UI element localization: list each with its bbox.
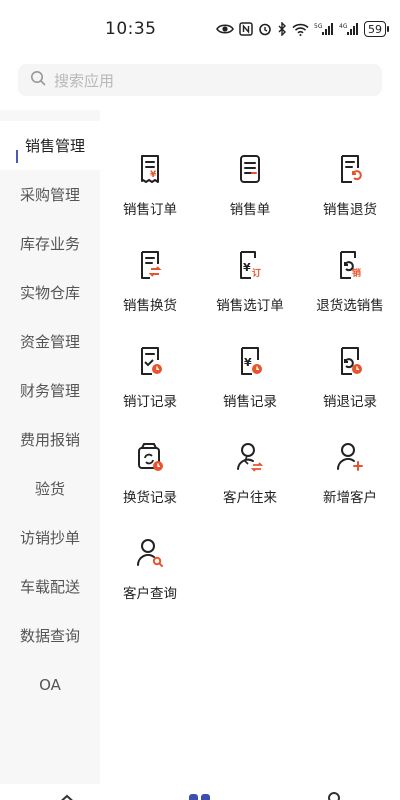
nfc-icon [239,22,253,36]
sales-slip-icon [240,155,260,183]
sidebar-item-label: 销售管理 [24,137,85,155]
sidebar-item-label: 实物仓库 [19,284,80,302]
sidebar-item-label: 财务管理 [19,382,80,400]
svg-text:¥: ¥ [150,170,157,180]
grid-label: 销退记录 [323,394,377,410]
status-time: 10:35 [105,19,157,39]
bottom-tab-bar [0,784,400,800]
sidebar-item-label: 数据查询 [19,627,80,645]
sidebar-item-label: 采购管理 [19,186,80,204]
battery-icon: 59 [364,21,389,37]
svg-text:5G: 5G [314,23,323,30]
grid-item-select-order[interactable]: ¥ 订 销售选订单 [200,248,300,328]
sidebar-item-label: 验货 [34,480,65,498]
sales-return-icon [341,155,362,183]
sidebar-item-label: 访销抄单 [19,529,80,547]
sidebar-item-label: 库存业务 [19,235,80,253]
customer-search-icon [137,539,163,567]
sales-order-icon: ¥ [141,155,159,183]
grid-item-return-record[interactable]: 销退记录 [300,344,400,424]
sidebar: 销售管理 采购管理 库存业务 实物仓库 资金管理 财务管理 费用报销 验货 访销… [0,110,100,784]
sidebar-item-funds[interactable]: 资金管理 [0,317,100,366]
sidebar-item-label: 费用报销 [19,431,80,449]
grid-item-return-select-sales[interactable]: 销 退货选销售 [300,248,400,328]
grid-label: 客户查询 [123,586,177,602]
status-bar: 10:35 5G 4G 59 [0,0,400,58]
svg-text:¥: ¥ [244,356,252,369]
sales-record-icon: ¥ [241,347,262,375]
sidebar-item-finance[interactable]: 财务管理 [0,366,100,415]
sidebar-item-data-query[interactable]: 数据查询 [0,611,100,660]
grid-label: 销订记录 [123,394,177,410]
grid-label: 新增客户 [323,490,377,506]
sidebar-item-inventory[interactable]: 库存业务 [0,219,100,268]
grid-item-customer-search[interactable]: 客户查询 [100,536,200,616]
grid-label: 销售单 [229,202,271,218]
grid-label: 销售订单 [123,202,177,218]
status-icons: 5G 4G 59 [216,19,389,39]
grid-label: 销售记录 [223,394,277,410]
tab-apps-icon[interactable] [188,792,212,800]
grid-label: 销售退货 [323,202,377,218]
select-order-icon: ¥ 订 [240,251,261,279]
add-customer-icon [337,443,363,471]
svg-text:销: 销 [352,267,361,279]
grid-item-exchange-record[interactable]: 换货记录 [100,440,200,520]
grid-label: 销售选订单 [216,298,284,314]
sidebar-item-label: 资金管理 [19,333,80,351]
order-record-icon [141,347,162,375]
alarm-icon [258,22,272,36]
signal-4g-icon: 4G [339,22,359,36]
search-input[interactable]: 搜索应用 [18,64,382,96]
svg-text:4G: 4G [339,23,348,30]
grid-item-sales-order[interactable]: ¥ 销售订单 [100,152,200,232]
sidebar-item-visit-order[interactable]: 访销抄单 [0,513,100,562]
sidebar-item-oa[interactable]: OA [0,660,100,709]
sidebar-item-vehicle-delivery[interactable]: 车载配送 [0,562,100,611]
return-record-icon [341,347,362,375]
grid-item-customer-transactions[interactable]: 客户往来 [200,440,300,520]
grid-label: 销售换货 [123,298,177,314]
sales-exchange-icon [141,251,162,279]
return-select-sales-icon: 销 [340,251,361,279]
tab-home-icon[interactable] [55,792,79,800]
grid-label: 换货记录 [123,490,177,506]
bluetooth-icon [277,22,287,36]
customer-transactions-icon [237,443,264,472]
svg-text:¥: ¥ [243,261,251,274]
sidebar-item-warehouse[interactable]: 实物仓库 [0,268,100,317]
grid-item-sales-exchange[interactable]: 销售换货 [100,248,200,328]
svg-text:订: 订 [252,267,261,279]
grid-label: 客户往来 [223,490,277,506]
eye-icon [216,23,234,35]
exchange-record-icon [138,443,163,471]
sidebar-item-sales[interactable]: 销售管理 [0,121,100,170]
sidebar-item-expense[interactable]: 费用报销 [0,415,100,464]
wifi-icon [292,23,309,36]
sidebar-item-label: 车载配送 [19,578,80,596]
sidebar-item-purchase[interactable]: 采购管理 [0,170,100,219]
tab-profile-icon[interactable] [325,791,343,800]
sidebar-item-label: OA [39,675,61,694]
signal-5g-icon: 5G [314,22,334,36]
search-placeholder: 搜索应用 [54,71,115,90]
grid-item-order-record[interactable]: 销订记录 [100,344,200,424]
grid-item-sales-record[interactable]: ¥ 销售记录 [200,344,300,424]
grid-label: 退货选销售 [316,298,384,314]
search-icon [30,70,46,90]
grid-item-add-customer[interactable]: 新增客户 [300,440,400,520]
grid-item-sales-slip[interactable]: 销售单 [200,152,300,232]
grid-item-sales-return[interactable]: 销售退货 [300,152,400,232]
sidebar-item-inspection[interactable]: 验货 [0,464,100,513]
